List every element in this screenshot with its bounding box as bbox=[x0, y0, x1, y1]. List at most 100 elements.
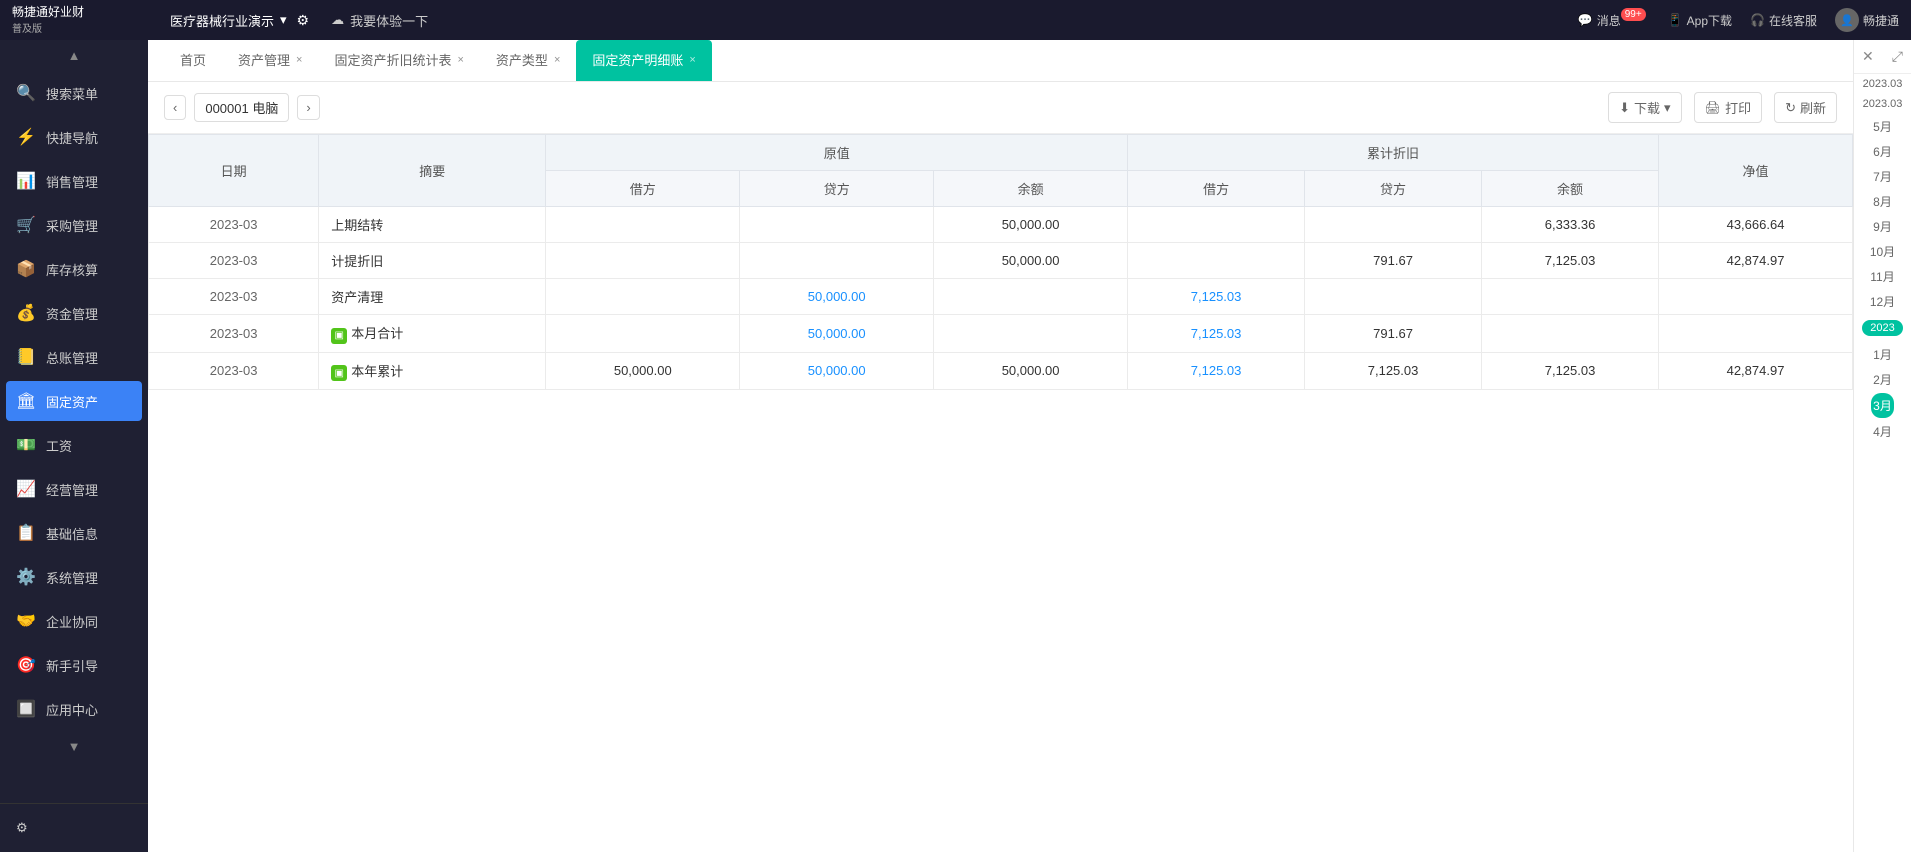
sidebar-settings[interactable]: ⚙ bbox=[0, 812, 148, 844]
user-action[interactable]: 👤 畅捷通 bbox=[1835, 8, 1899, 32]
tab-close-depreciation-stats[interactable]: × bbox=[457, 54, 463, 66]
tab-close-asset-detail[interactable]: × bbox=[689, 54, 695, 66]
tab-asset-type[interactable]: 资产类型 × bbox=[480, 40, 576, 81]
download-button[interactable]: ⬇ 下载 ▾ bbox=[1608, 92, 1681, 123]
sidebar-label-purchase: 采购管理 bbox=[46, 216, 98, 235]
col-orig-credit: 贷方 bbox=[740, 171, 934, 207]
sidebar-bottom: ⚙ bbox=[0, 803, 148, 852]
cell-accum-debit: 7,125.03 bbox=[1128, 279, 1305, 315]
col-original-value: 原值 bbox=[546, 135, 1128, 171]
timeline-month-before[interactable]: 5月 bbox=[1868, 114, 1897, 139]
timeline-month-before[interactable]: 11月 bbox=[1868, 264, 1897, 289]
sidebar-label-basic-info: 基础信息 bbox=[46, 524, 98, 543]
settings-icon[interactable]: ⚙ bbox=[297, 12, 310, 29]
sidebar-item-search[interactable]: 🔍 搜索菜单 bbox=[0, 71, 148, 115]
sidebar-label-operations: 经营管理 bbox=[46, 480, 98, 499]
toolbar-left: ‹ 000001 电脑 › bbox=[164, 93, 320, 122]
headset-icon: 🎧 bbox=[1750, 13, 1765, 27]
timeline-date-top: 2023.03 bbox=[1861, 74, 1905, 94]
cell-orig-credit bbox=[740, 207, 934, 243]
sidebar-item-operations[interactable]: 📈 经营管理 bbox=[0, 467, 148, 511]
sidebar-item-finance[interactable]: 💰 资金管理 bbox=[0, 291, 148, 335]
try-button[interactable]: ☁ 我要体验一下 bbox=[319, 7, 440, 34]
col-accumulated-depreciation: 累计折旧 bbox=[1128, 135, 1659, 171]
payroll-icon: 💵 bbox=[16, 435, 36, 455]
cell-summary: ▣本月合计 bbox=[319, 315, 546, 353]
sidebar-label-payroll: 工资 bbox=[46, 436, 72, 455]
right-panel-close-button[interactable]: ✕ bbox=[1858, 46, 1878, 67]
cell-orig-debit bbox=[546, 243, 740, 279]
timeline-month-current[interactable]: 2月 bbox=[1865, 367, 1900, 392]
sidebar-item-purchase[interactable]: 🛒 采购管理 bbox=[0, 203, 148, 247]
sidebar-item-guide[interactable]: 🎯 新手引导 bbox=[0, 643, 148, 687]
timeline-month-before[interactable]: 8月 bbox=[1868, 189, 1897, 214]
cell-accum-credit bbox=[1305, 279, 1482, 315]
timeline-month-before[interactable]: 9月 bbox=[1868, 214, 1897, 239]
print-button[interactable]: 🖨 打印 bbox=[1694, 92, 1763, 123]
sidebar-label-system: 系统管理 bbox=[46, 568, 98, 587]
cell-net-value: 42,874.97 bbox=[1659, 352, 1853, 390]
tab-asset-detail[interactable]: 固定资产明细账 × bbox=[576, 40, 711, 81]
sidebar-scroll-down[interactable]: ▼ bbox=[0, 731, 148, 762]
right-panel-expand-button[interactable]: ⤢ bbox=[1888, 46, 1907, 67]
timeline-month-current[interactable]: 1月 bbox=[1865, 342, 1900, 367]
sales-icon: 📊 bbox=[16, 171, 36, 191]
cell-orig-balance bbox=[934, 315, 1128, 353]
tab-asset-mgmt[interactable]: 资产管理 × bbox=[222, 40, 318, 81]
sidebar-item-ledger[interactable]: 📒 总账管理 bbox=[0, 335, 148, 379]
summary-icon: ▣ bbox=[331, 328, 347, 344]
operations-icon: 📈 bbox=[16, 479, 36, 499]
sidebar-item-quick-nav[interactable]: ⚡ 快捷导航 bbox=[0, 115, 148, 159]
cell-orig-credit: 50,000.00 bbox=[740, 352, 934, 390]
sidebar-label-app-center: 应用中心 bbox=[46, 700, 98, 719]
message-action[interactable]: 💬 消息 99+ bbox=[1578, 12, 1650, 29]
sidebar-label-search: 搜索菜单 bbox=[46, 84, 98, 103]
tab-depreciation-stats[interactable]: 固定资产折旧统计表 × bbox=[318, 40, 479, 81]
cell-accum-balance: 7,125.03 bbox=[1482, 352, 1659, 390]
cell-orig-debit bbox=[546, 207, 740, 243]
tab-home[interactable]: 首页 bbox=[164, 40, 222, 81]
company-selector[interactable]: 医疗器械行业演示 ▾ ⚙ bbox=[160, 7, 319, 34]
timeline-month-before[interactable]: 7月 bbox=[1868, 164, 1897, 189]
purchase-icon: 🛒 bbox=[16, 215, 36, 235]
sidebar-item-fixed-assets[interactable]: 🏛 固定资产 bbox=[6, 381, 142, 421]
cell-accum-debit: 7,125.03 bbox=[1128, 315, 1305, 353]
sidebar-item-system[interactable]: ⚙️ 系统管理 bbox=[0, 555, 148, 599]
sidebar-item-inventory[interactable]: 📦 库存核算 bbox=[0, 247, 148, 291]
ledger-icon: 📒 bbox=[16, 347, 36, 367]
print-icon: 🖨 bbox=[1705, 100, 1722, 116]
timeline-month-before[interactable]: 10月 bbox=[1868, 239, 1897, 264]
sidebar-label-finance: 资金管理 bbox=[46, 304, 98, 323]
timeline-month-current[interactable]: 3月 bbox=[1871, 393, 1894, 418]
timeline-month-before[interactable]: 6月 bbox=[1868, 139, 1897, 164]
sidebar-item-app-center[interactable]: 🔲 应用中心 bbox=[0, 687, 148, 731]
refresh-button[interactable]: ↻ 刷新 bbox=[1774, 92, 1837, 123]
sidebar-label-cooperation: 企业协同 bbox=[46, 612, 98, 631]
cell-accum-debit bbox=[1128, 207, 1305, 243]
sidebar-scroll-up[interactable]: ▲ bbox=[0, 40, 148, 71]
download-dropdown-icon: ▾ bbox=[1664, 100, 1671, 116]
timeline-month-current[interactable]: 4月 bbox=[1865, 419, 1900, 444]
app-download-action[interactable]: 📱 App下载 bbox=[1668, 12, 1732, 29]
search-icon: 🔍 bbox=[16, 83, 36, 103]
sidebar-label-fixed-assets: 固定资产 bbox=[46, 392, 98, 411]
col-net-value: 净值 bbox=[1659, 135, 1853, 207]
sidebar-item-cooperation[interactable]: 🤝 企业协同 bbox=[0, 599, 148, 643]
settings-bottom-icon: ⚙ bbox=[16, 820, 28, 836]
sidebar-label-guide: 新手引导 bbox=[46, 656, 98, 675]
col-accum-balance: 余额 bbox=[1482, 171, 1659, 207]
tab-close-asset-type[interactable]: × bbox=[554, 54, 560, 66]
sidebar-item-payroll[interactable]: 💵 工资 bbox=[0, 423, 148, 467]
tab-close-asset-mgmt[interactable]: × bbox=[296, 54, 302, 66]
sidebar-item-basic-info[interactable]: 📋 基础信息 bbox=[0, 511, 148, 555]
prev-button[interactable]: ‹ bbox=[164, 95, 186, 120]
cell-orig-balance: 50,000.00 bbox=[934, 207, 1128, 243]
customer-service-action[interactable]: 🎧 在线客服 bbox=[1750, 12, 1817, 29]
sidebar-item-sales[interactable]: 📊 销售管理 bbox=[0, 159, 148, 203]
content-area: 首页 资产管理 × 固定资产折旧统计表 × 资产类型 × 固定资产明细账 × ‹ bbox=[148, 40, 1853, 852]
next-button[interactable]: › bbox=[297, 95, 319, 120]
cell-date: 2023-03 bbox=[149, 352, 319, 390]
timeline-month-before[interactable]: 12月 bbox=[1868, 289, 1897, 314]
company-name: 医疗器械行业演示 bbox=[170, 11, 274, 30]
tab-bar: 首页 资产管理 × 固定资产折旧统计表 × 资产类型 × 固定资产明细账 × bbox=[148, 40, 1853, 82]
